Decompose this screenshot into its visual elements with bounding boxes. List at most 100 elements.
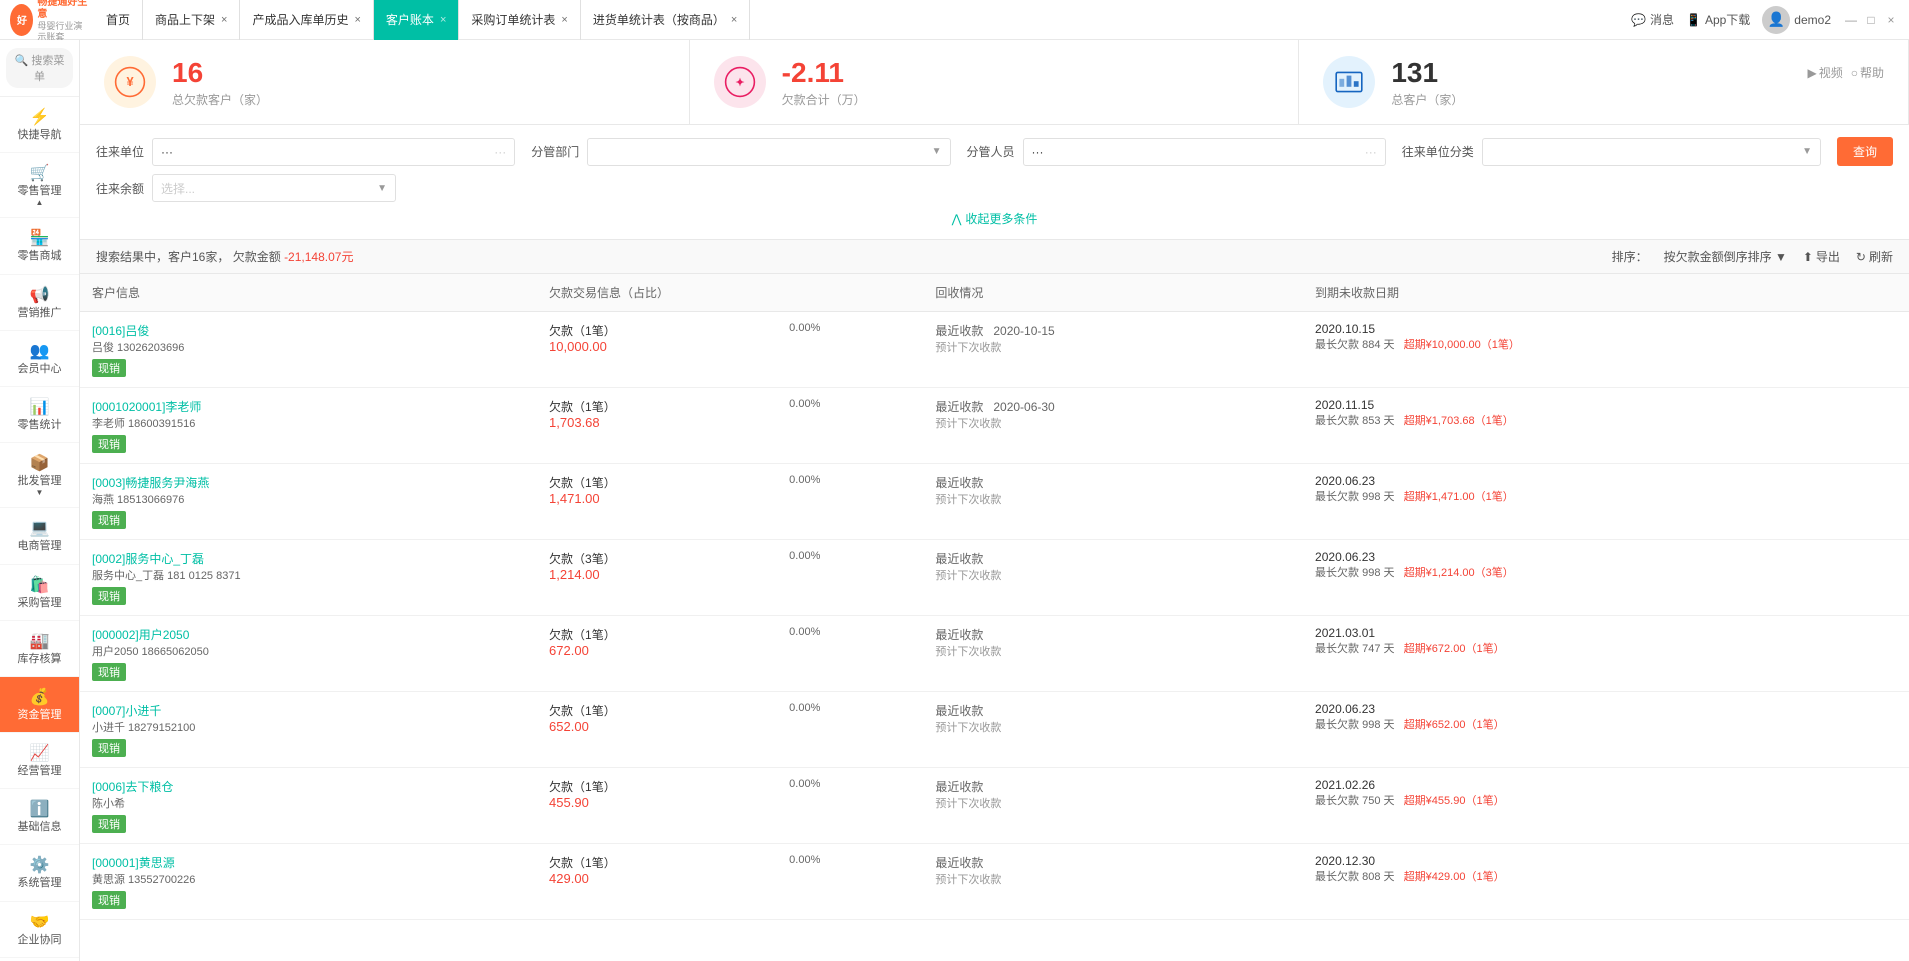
sidebar-item-member[interactable]: 👥 会员中心 [0,331,79,387]
tab-close-production-history[interactable]: × [354,14,360,26]
td-collection: 最近收款 2020-10-15 预计下次收款 [923,312,1303,388]
customer-tag: 现销 [92,511,126,529]
tab-home[interactable]: 首页 [94,0,143,40]
customer-id[interactable]: [0001020001]李老师 [92,398,525,415]
overdue-days: 最长欠款 884 天 超期¥10,000.00（1笔） [1315,336,1897,352]
th-debt-info: 欠款交易信息（占比） [537,274,923,312]
overdue-days: 最长欠款 808 天 超期¥429.00（1笔） [1315,868,1897,884]
filter-source-category: 往来单位分类 ▼ [1402,138,1821,166]
ecommerce-icon: 💻 [30,518,50,538]
sidebar-item-retail-mall[interactable]: 🏪 零售商城 [0,218,79,274]
tab-purchase-order[interactable]: 采购订单统计表 × [459,0,580,40]
customer-id[interactable]: [0016]吕俊 [92,322,525,339]
td-collection: 最近收款 预计下次收款 [923,616,1303,692]
customer-id[interactable]: [0002]服务中心_丁磊 [92,550,525,567]
query-button[interactable]: 查询 [1837,137,1893,166]
tab-products-off[interactable]: 商品上下架 × [143,0,240,40]
customer-tag: 现销 [92,435,126,453]
td-collection: 最近收款 2020-06-30 预计下次收款 [923,388,1303,464]
sidebar-item-inventory[interactable]: 🏭 库存核算 [0,621,79,677]
sidebar-item-fast-nav[interactable]: ⚡ 快捷导航 [0,97,79,153]
overdue-amount[interactable]: 超期¥1,703.68（1笔） [1404,415,1514,427]
table-header-row: 客户信息 欠款交易信息（占比） 回收情况 到期未收款日期 [80,274,1909,312]
retail-stats-icon: 📊 [30,397,50,417]
content-area: ¥ 16 总欠款客户（家） ✦ [80,40,1909,961]
customer-id[interactable]: [0003]畅捷服务尹海燕 [92,474,525,491]
export-btn[interactable]: ⬆ 导出 [1803,248,1840,265]
sidebar-item-batch-mgmt[interactable]: 📦 批发管理 ▼ [0,443,79,508]
customer-id[interactable]: [000001]黄思源 [92,854,525,871]
sidebar-item-marketing[interactable]: 📢 营销推广 [0,275,79,331]
overdue-amount[interactable]: 超期¥1,471.00（1笔） [1404,491,1514,503]
tab-customer-account[interactable]: 客户账本 × [374,0,459,40]
dept-select[interactable]: ▼ [587,138,950,166]
sidebar-item-enterprise-collab[interactable]: 🤝 企业协同 [0,902,79,958]
customer-id[interactable]: [000002]用户2050 [92,626,525,643]
source-unit-input[interactable]: ··· [152,138,515,166]
top-bar: 好 畅捷通好生意 母婴行业演示账套 首页 商品上下架 × 产成品入库单历史 × [0,0,1909,40]
overdue-amount[interactable]: 超期¥672.00（1笔） [1404,643,1505,655]
overdue-amount[interactable]: 超期¥10,000.00（1笔） [1404,339,1520,351]
td-customer-info: [0007]小进千 小进千 18279152100 现销 [80,692,537,768]
table-row: [0002]服务中心_丁磊 服务中心_丁磊 181 0125 8371 现销 欠… [80,540,1909,616]
sidebar-item-operations[interactable]: 📈 经营管理 [0,733,79,789]
purchase-icon: 🛍️ [30,575,50,595]
table-row: [0006]去下粮仓 陈小希 现销 欠款（1笔） 455.90 0.00% 最近… [80,768,1909,844]
balance-select[interactable]: 选择... ▼ [152,174,396,202]
tab-production-history[interactable]: 产成品入库单历史 × [240,0,373,40]
sidebar-item-retail-stats[interactable]: 📊 零售统计 [0,387,79,443]
video-btn[interactable]: ▶ 视频 [1808,64,1843,81]
close-btn[interactable]: × [1883,12,1899,28]
overdue-amount[interactable]: 超期¥429.00（1笔） [1404,871,1505,883]
sidebar-item-system[interactable]: ⚙️ 系统管理 [0,845,79,901]
debt-count: 欠款（1笔） [549,398,765,415]
next-pay: 预计下次收款 [935,491,1291,507]
th-overdue-date: 到期未收款日期 [1303,274,1909,312]
search-menu-btn[interactable]: 🔍 搜索菜单 [6,48,73,88]
overdue-amount[interactable]: 超期¥1,214.00（3笔） [1404,567,1514,579]
latest-pay: 最近收款 [935,778,1291,795]
next-pay: 预计下次收款 [935,415,1291,431]
td-overdue: 2020.12.30 最长欠款 808 天 超期¥429.00（1笔） [1303,844,1909,920]
source-category-select[interactable]: ▼ [1482,138,1821,166]
sort-select[interactable]: 按欠款金额倒序排序 ▼ [1664,248,1787,265]
sidebar-item-retail-mgmt[interactable]: 🛒 零售管理 ▲ [0,153,79,218]
person-input[interactable]: ··· [1023,138,1386,166]
overdue-days: 最长欠款 750 天 超期¥455.90（1笔） [1315,792,1897,808]
sidebar-item-purchase[interactable]: 🛍️ 采购管理 [0,565,79,621]
app-download-btn[interactable]: 📱 App下载 [1686,11,1750,28]
sidebar-item-ecommerce[interactable]: 💻 电商管理 [0,508,79,564]
overdue-amount[interactable]: 超期¥652.00（1笔） [1404,719,1505,731]
tab-close-products-off[interactable]: × [221,14,227,26]
results-amount: -21,148.07元 [284,250,353,264]
total-customers-value: 131 [1391,57,1791,89]
customer-phone: 小进千 18279152100 [92,719,525,735]
td-debt-count: 欠款（1笔） 455.90 [537,768,777,844]
nav-tabs: 首页 商品上下架 × 产成品入库单历史 × 客户账本 × 采购订单统计表 × [94,0,1631,40]
overdue-amount[interactable]: 超期¥455.90（1笔） [1404,795,1505,807]
customer-tag: 现销 [92,891,126,909]
debt-customers-label: 总欠款客户（家） [172,91,665,108]
source-category-label: 往来单位分类 [1402,143,1474,160]
tab-stock-stats[interactable]: 进货单统计表（按商品） × [581,0,750,40]
sidebar-item-finance[interactable]: 💰 资金管理 [0,677,79,733]
customer-id[interactable]: [0007]小进千 [92,702,525,719]
customer-id[interactable]: [0006]去下粮仓 [92,778,525,795]
refresh-btn[interactable]: ↻ 刷新 [1856,248,1893,265]
tab-close-stock-stats[interactable]: × [731,14,737,26]
due-date: 2020.06.23 [1315,474,1897,488]
help-btn[interactable]: ○ 帮助 [1851,64,1884,81]
stat-card-total-debt: ✦ -2.11 欠款合计（万） [690,40,1300,124]
td-debt-count: 欠款（3笔） 1,214.00 [537,540,777,616]
dept-label: 分管部门 [531,143,579,160]
tab-close-customer-account[interactable]: × [440,14,446,26]
user-profile[interactable]: 👤 demo2 [1762,6,1831,34]
collapse-btn[interactable]: ⋀ 收起更多条件 [96,210,1893,227]
debt-percent: 0.00% [789,322,911,334]
minimize-btn[interactable]: — [1843,12,1859,28]
debt-percent: 0.00% [789,398,911,410]
maximize-btn[interactable]: □ [1863,12,1879,28]
message-btn[interactable]: 💬 消息 [1631,11,1674,28]
sidebar-item-basic-info[interactable]: ℹ️ 基础信息 [0,789,79,845]
tab-close-purchase-order[interactable]: × [561,14,567,26]
